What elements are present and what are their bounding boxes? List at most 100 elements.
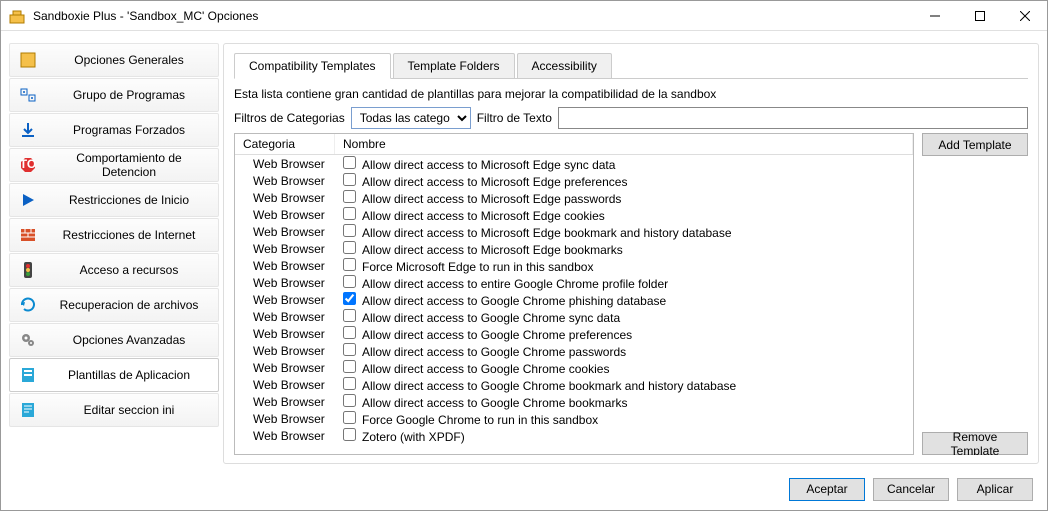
description-text: Esta lista contiene gran cantidad de pla… [234,87,1028,101]
row-checkbox[interactable] [343,156,356,169]
row-name-cell: Allow direct access to Google Chrome boo… [343,377,905,393]
table-row[interactable]: Web BrowserAllow direct access to Micros… [235,155,913,172]
row-category: Web Browser [243,293,343,307]
table-row[interactable]: Web Browser Allow direct access to Micros… [235,172,913,189]
row-checkbox[interactable] [343,360,356,373]
cancel-button[interactable]: Cancelar [873,478,949,501]
table-header: Categoria Nombre [235,134,913,155]
row-category: Web Browser [243,395,343,409]
add-template-button[interactable]: Add Template [922,133,1028,156]
maximize-button[interactable] [957,1,1002,31]
table-row[interactable]: Web BrowserAllow direct access to Micros… [235,189,913,206]
sidebar-item-group[interactable]: Grupo de Programas [9,78,219,112]
template-table: Categoria Nombre Web BrowserAllow direct… [234,133,914,455]
row-name-cell: Allow direct access to Google Chrome pre… [343,326,905,342]
tab-accessibility[interactable]: Accessibility [517,53,612,79]
row-name: Allow direct access to Google Chrome pre… [362,328,632,342]
sidebar-item-label: Opciones Generales [48,53,210,67]
sidebar-item-ini[interactable]: Editar seccion ini [9,393,219,427]
sidebar-item-label: Editar seccion ini [48,403,210,417]
row-name-cell: Allow direct access to Google Chrome boo… [343,394,905,410]
row-checkbox[interactable] [343,207,356,220]
row-checkbox[interactable] [343,224,356,237]
row-name: Allow direct access to Microsoft Edge pr… [362,175,627,189]
table-row[interactable]: Web BrowserAllow direct access to Google… [235,359,913,376]
group-icon [18,85,38,105]
table-body[interactable]: Web BrowserAllow direct access to Micros… [235,155,913,454]
ini-icon [18,400,38,420]
row-checkbox[interactable] [343,275,356,288]
table-row[interactable]: Web Browser Allow direct access to Google… [235,291,913,308]
ok-button[interactable]: Aceptar [789,478,865,501]
row-category: Web Browser [243,344,343,358]
table-row[interactable]: Web BrowserAllow direct access to Google… [235,393,913,410]
recover-icon [18,295,38,315]
row-name: Allow direct access to Microsoft Edge co… [362,209,605,223]
row-name: Allow direct access to Google Chrome phi… [362,294,666,308]
footer: Aceptar Cancelar Aplicar [1,468,1047,510]
apply-button[interactable]: Aplicar [957,478,1033,501]
header-name[interactable]: Nombre [335,134,913,154]
tab-compatibility-templates[interactable]: Compatibility Templates [234,53,391,79]
row-checkbox[interactable] [343,309,356,322]
text-filter-input[interactable] [558,107,1028,129]
row-checkbox[interactable] [343,411,356,424]
row-checkbox[interactable] [343,173,356,186]
row-name-cell: Allow direct access to Microsoft Edge sy… [343,156,905,172]
sidebar-item-firewall[interactable]: Restricciones de Internet [9,218,219,252]
sidebar-item-recover[interactable]: Recuperacion de archivos [9,288,219,322]
row-checkbox[interactable] [343,343,356,356]
row-name: Allow direct access to Microsoft Edge bo… [362,243,623,257]
row-checkbox[interactable] [343,258,356,271]
table-row[interactable]: Web BrowserAllow direct access to Google… [235,342,913,359]
options-window: Sandboxie Plus - 'Sandbox_MC' Opciones O… [0,0,1048,511]
content-panel: Compatibility TemplatesTemplate FoldersA… [223,43,1039,464]
row-checkbox[interactable] [343,428,356,441]
table-row[interactable]: Web BrowserAllow direct access to entire… [235,274,913,291]
row-name: Allow direct access to Google Chrome syn… [362,311,620,325]
firewall-icon [18,225,38,245]
row-checkbox[interactable] [343,292,356,305]
row-checkbox[interactable] [343,241,356,254]
sidebar-item-template[interactable]: Plantillas de Aplicacion [9,358,219,392]
row-category: Web Browser [243,327,343,341]
tab-template-folders[interactable]: Template Folders [393,53,515,79]
table-row[interactable]: Web BrowserAllow direct access to Micros… [235,240,913,257]
row-name-cell: Force Microsoft Edge to run in this sand… [343,258,905,274]
sidebar-item-play[interactable]: Restricciones de Inicio [9,183,219,217]
gears-icon [18,330,38,350]
row-category: Web Browser [243,174,343,188]
tab-bar: Compatibility TemplatesTemplate FoldersA… [234,52,1028,79]
filter-row: Filtros de Categorias Todas las categori… [234,107,1028,129]
row-checkbox[interactable] [343,326,356,339]
header-category[interactable]: Categoria [235,134,335,154]
sidebar-item-gears[interactable]: Opciones Avanzadas [9,323,219,357]
sidebar-item-label: Comportamiento de Detencion [48,151,210,179]
row-checkbox[interactable] [343,190,356,203]
remove-template-button[interactable]: Remove Template [922,432,1028,455]
side-buttons: Add Template Remove Template [922,133,1028,455]
sidebar-item-general[interactable]: Opciones Generales [9,43,219,77]
table-row[interactable]: Web BrowserAllow direct access to Google… [235,308,913,325]
table-row[interactable]: Web BrowserZotero (with XPDF) [235,427,913,444]
table-row[interactable]: Web Browser Allow direct access to Google… [235,325,913,342]
row-name: Allow direct access to Microsoft Edge pa… [362,192,621,206]
category-filter-select[interactable]: Todas las categorias [351,107,471,129]
table-row[interactable]: Web BrowserForce Microsoft Edge to run i… [235,257,913,274]
sidebar-item-stop[interactable]: STOPComportamiento de Detencion [9,148,219,182]
sidebar-item-forced[interactable]: Programas Forzados [9,113,219,147]
row-category: Web Browser [243,378,343,392]
sidebar-item-traffic[interactable]: Acceso a recursos [9,253,219,287]
table-row[interactable]: Web BrowserAllow direct access to Micros… [235,206,913,223]
row-category: Web Browser [243,276,343,290]
table-row[interactable]: Web BrowserAllow direct access to Micros… [235,223,913,240]
row-checkbox[interactable] [343,394,356,407]
table-row[interactable]: Web BrowserForce Google Chrome to run in… [235,410,913,427]
traffic-icon [18,260,38,280]
row-name-cell: Allow direct access to Google Chrome coo… [343,360,905,376]
text-filter-label: Filtro de Texto [477,111,552,125]
row-checkbox[interactable] [343,377,356,390]
table-row[interactable]: Web BrowserAllow direct access to Google… [235,376,913,393]
close-button[interactable] [1002,1,1047,31]
minimize-button[interactable] [912,1,957,31]
